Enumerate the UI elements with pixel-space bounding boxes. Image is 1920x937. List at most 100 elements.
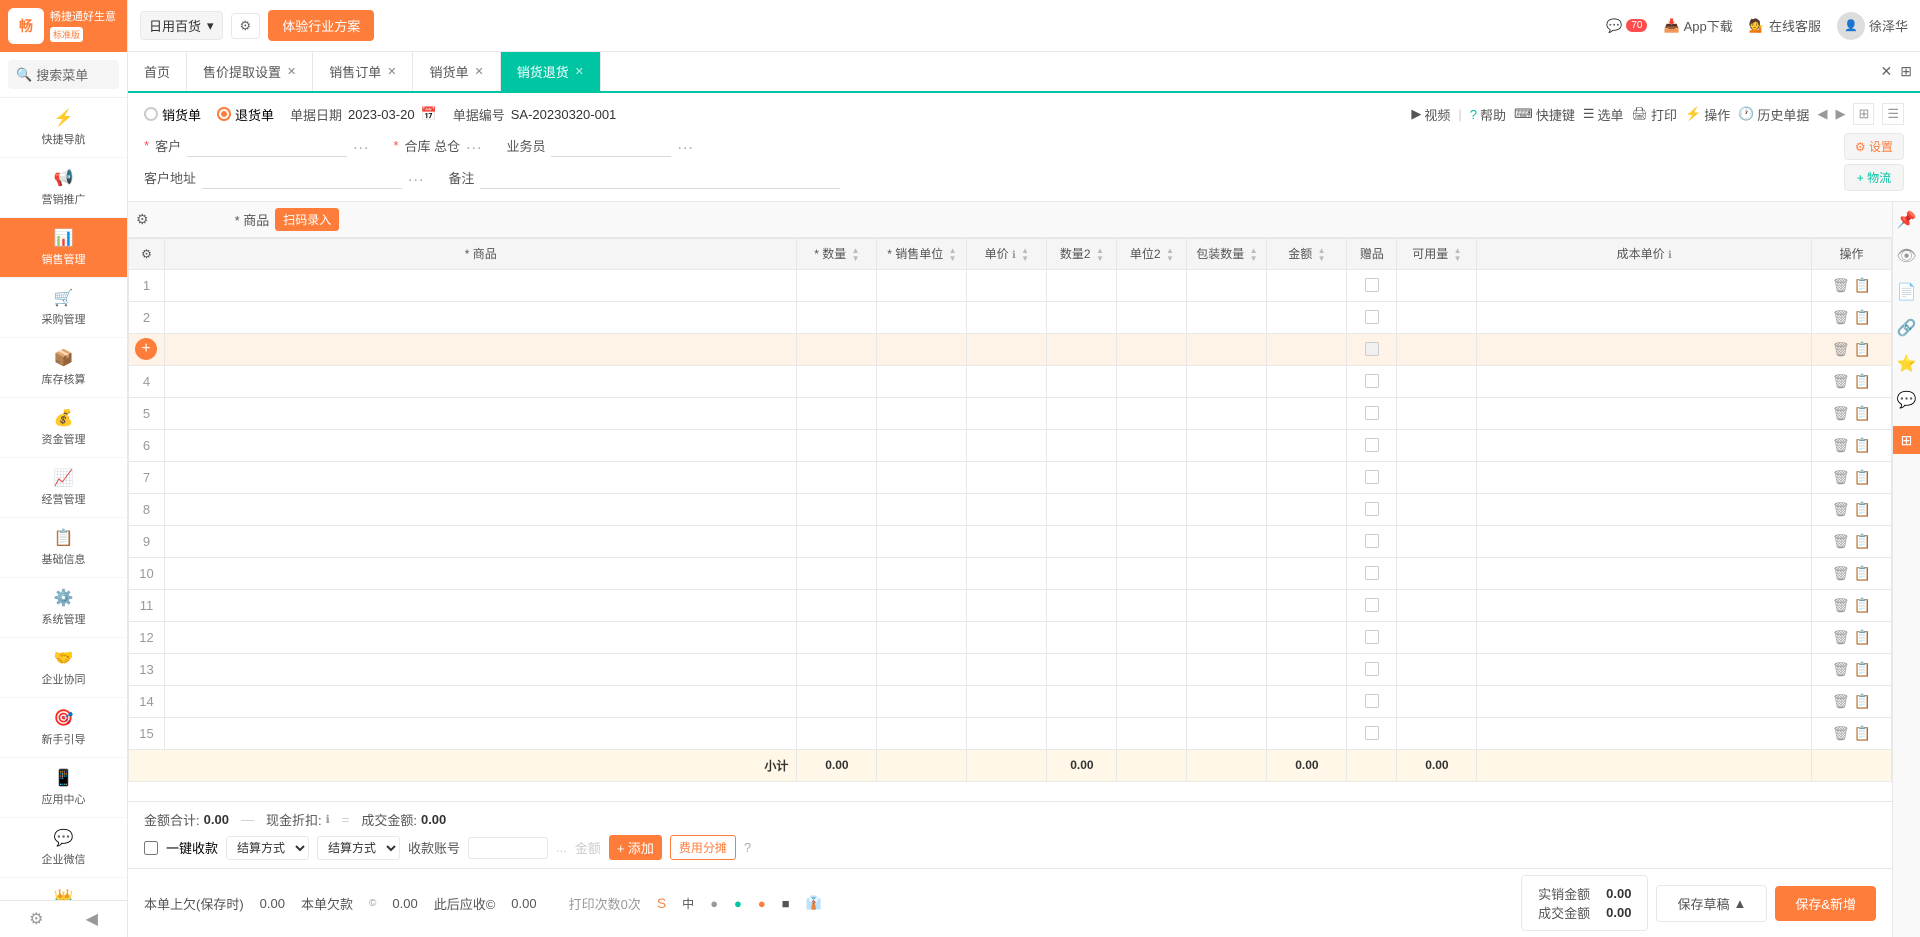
gift-checkbox-3[interactable]	[1365, 342, 1379, 356]
product-cell-active[interactable]	[165, 333, 797, 365]
row-copy-btn-9[interactable]: 📋	[1854, 533, 1871, 550]
right-panel-icon-4[interactable]: 🔗	[1897, 318, 1917, 338]
row-delete-btn-11[interactable]: 🗑	[1832, 597, 1850, 614]
tab-price-setting[interactable]: 售价提取设置 ✕	[187, 52, 313, 91]
message-btn[interactable]: 💬 70	[1606, 18, 1647, 34]
customer-select-btn[interactable]: ...	[353, 136, 369, 154]
row-delete-btn-13[interactable]: 🗑	[1832, 661, 1850, 678]
tab-close-sales-delivery[interactable]: ✕	[475, 65, 484, 78]
help-link[interactable]: ? 帮助	[1470, 105, 1506, 124]
shortcut-link[interactable]: ⌨ 快捷键	[1514, 105, 1575, 124]
right-panel-icon-5[interactable]: ⭐	[1897, 354, 1917, 374]
experience-btn[interactable]: 体验行业方案	[268, 10, 374, 41]
add-row-btn[interactable]: +	[135, 338, 157, 360]
sidebar-item-enterprise-wechat[interactable]: 💬 企业微信	[0, 818, 127, 878]
row-delete-btn-8[interactable]: 🗑	[1832, 501, 1850, 518]
search-menu-button[interactable]: 🔍 搜索菜单	[8, 60, 119, 89]
tab-sales-order[interactable]: 销售订单 ✕	[313, 52, 413, 91]
tab-sales-return[interactable]: 销货退货 ✕	[501, 52, 601, 91]
row-copy-btn-4[interactable]: 📋	[1854, 373, 1871, 390]
row-delete-btn-12[interactable]: 🗑	[1832, 629, 1850, 646]
gift-checkbox-12[interactable]	[1365, 630, 1379, 644]
note-input[interactable]	[480, 165, 840, 189]
breadcrumb-select[interactable]: 日用百货 ▾	[140, 11, 223, 40]
gift-checkbox-14[interactable]	[1365, 694, 1379, 708]
payment-help-icon[interactable]: ?	[744, 840, 751, 855]
prev-record-btn[interactable]: ◀	[1817, 106, 1827, 122]
tab-close-price-setting[interactable]: ✕	[287, 65, 296, 78]
row-copy-btn-11[interactable]: 📋	[1854, 597, 1871, 614]
right-panel-icon-active[interactable]: ⊞	[1893, 426, 1920, 454]
next-record-btn[interactable]: ▶	[1835, 106, 1845, 122]
split-cost-btn[interactable]: 费用分摊	[670, 835, 736, 860]
gift-checkbox-10[interactable]	[1365, 566, 1379, 580]
address-input[interactable]	[202, 165, 402, 189]
row-delete-btn-6[interactable]: 🗑	[1832, 437, 1850, 454]
table-settings-btn[interactable]: ⚙	[136, 211, 149, 228]
select-link[interactable]: ☰ 选单	[1583, 105, 1624, 124]
sidebar-item-operations[interactable]: 📈 经营管理	[0, 458, 127, 518]
sidebar-item-inventory[interactable]: 📦 库存核算	[0, 338, 127, 398]
row-copy-btn-14[interactable]: 📋	[1854, 693, 1871, 710]
sidebar-item-purchase[interactable]: 🛒 采购管理	[0, 278, 127, 338]
gift-checkbox-8[interactable]	[1365, 502, 1379, 516]
sidebar-item-system[interactable]: ⚙️ 系统管理	[0, 578, 127, 638]
video-link[interactable]: ▶ 视频	[1411, 105, 1450, 124]
gift-checkbox-1[interactable]	[1365, 278, 1379, 292]
address-select-btn[interactable]: ...	[408, 168, 424, 186]
customer-input[interactable]	[187, 133, 347, 157]
row-delete-btn-1[interactable]: 🗑	[1832, 277, 1850, 294]
print-link[interactable]: 🖨 打印	[1632, 105, 1678, 124]
row-copy-btn-10[interactable]: 📋	[1854, 565, 1871, 582]
product-input-active[interactable]	[171, 342, 790, 357]
sidebar-item-newbie[interactable]: 🎯 新手引导	[0, 698, 127, 758]
gift-checkbox-7[interactable]	[1365, 470, 1379, 484]
row-delete-btn-7[interactable]: 🗑	[1832, 469, 1850, 486]
settle-method-select[interactable]: 结算方式	[226, 836, 309, 860]
tab-close-sales-order[interactable]: ✕	[387, 65, 396, 78]
calendar-icon[interactable]: 📅	[421, 106, 437, 122]
row-copy-btn-6[interactable]: 📋	[1854, 437, 1871, 454]
gift-checkbox-4[interactable]	[1365, 374, 1379, 388]
online-service-btn[interactable]: 💁 在线客服	[1749, 16, 1821, 35]
tabs-close-btn[interactable]: ✕	[1881, 63, 1893, 80]
row-delete-btn-4[interactable]: 🗑	[1832, 373, 1850, 390]
grid-view-btn[interactable]: ⊞	[1853, 103, 1874, 125]
row-delete-btn-3[interactable]: 🗑	[1832, 341, 1850, 358]
row-delete-btn-10[interactable]: 🗑	[1832, 565, 1850, 582]
warehouse-select-btn[interactable]: ...	[466, 136, 482, 154]
sidebar-item-finance[interactable]: 💰 资金管理	[0, 398, 127, 458]
right-panel-icon-1[interactable]: 📌	[1897, 210, 1917, 230]
row-copy-btn-3[interactable]: 📋	[1854, 341, 1871, 358]
row-delete-btn-5[interactable]: 🗑	[1832, 405, 1850, 422]
sidebar-item-marketing[interactable]: 📢 营销推广	[0, 158, 127, 218]
sidebar-item-member[interactable]: 👑 畅会员	[0, 878, 127, 900]
sidebar-settings-btn[interactable]: ⚙	[29, 909, 43, 929]
tab-home[interactable]: 首页	[128, 52, 187, 91]
row-copy-btn-5[interactable]: 📋	[1854, 405, 1871, 422]
user-profile[interactable]: 👤 徐泽华	[1837, 12, 1908, 40]
product-cell[interactable]	[165, 269, 797, 301]
right-panel-icon-3[interactable]: 📄	[1897, 282, 1917, 302]
row-copy-btn-1[interactable]: 📋	[1854, 277, 1871, 294]
row-copy-btn-2[interactable]: 📋	[1854, 309, 1871, 326]
sidebar-item-enterprise[interactable]: 🤝 企业协同	[0, 638, 127, 698]
app-download-btn[interactable]: 📥 App下载	[1663, 16, 1732, 35]
row-copy-btn-15[interactable]: 📋	[1854, 725, 1871, 742]
radio-sales-bill[interactable]: 销货单	[144, 105, 201, 124]
row-copy-btn-7[interactable]: 📋	[1854, 469, 1871, 486]
row-delete-btn-14[interactable]: 🗑	[1832, 693, 1850, 710]
header-settings-btn[interactable]: ⚙	[231, 13, 261, 39]
list-view-btn[interactable]: ☰	[1882, 103, 1904, 125]
row-delete-btn-9[interactable]: 🗑	[1832, 533, 1850, 550]
gift-checkbox-2[interactable]	[1365, 310, 1379, 324]
gift-checkbox-11[interactable]	[1365, 598, 1379, 612]
calculate-method-select[interactable]: 结算方式	[317, 836, 400, 860]
row-delete-btn-2[interactable]: 🗑	[1832, 309, 1850, 326]
history-link[interactable]: 🕐 历史单据	[1738, 105, 1809, 124]
staff-select-btn[interactable]: ...	[677, 136, 693, 154]
staff-input[interactable]	[551, 133, 671, 157]
tabs-maximize-btn[interactable]: ⊞	[1900, 63, 1912, 80]
gift-checkbox-13[interactable]	[1365, 662, 1379, 676]
operate-link[interactable]: ⚡ 操作	[1685, 105, 1730, 124]
